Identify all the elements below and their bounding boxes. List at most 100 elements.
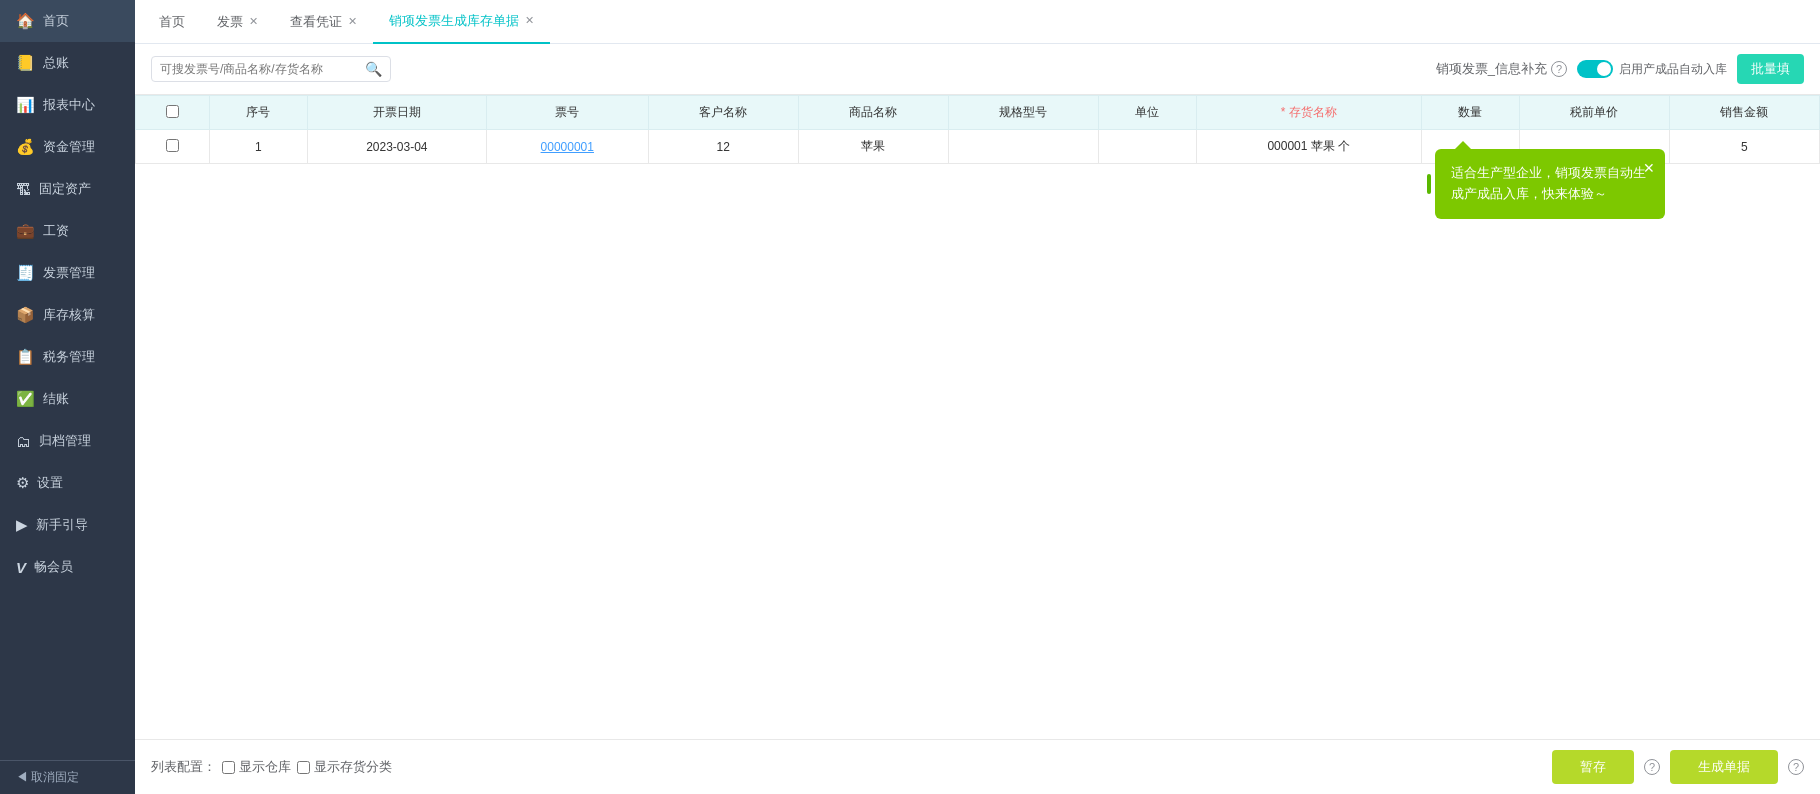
col-inventory: * 存货名称 bbox=[1196, 96, 1422, 130]
sidebar-item-tax-mgmt[interactable]: 📋 税务管理 bbox=[0, 336, 135, 378]
cell-checkbox bbox=[136, 130, 210, 164]
sidebar-label-ledger: 总账 bbox=[43, 54, 69, 72]
guide-icon: ▶ bbox=[16, 516, 28, 534]
tooltip-text: 适合生产型企业，销项发票自动生成产成品入库，快来体验～ bbox=[1451, 165, 1646, 201]
sidebar-label-settings: 设置 bbox=[37, 474, 63, 492]
col-ticket-no: 票号 bbox=[486, 96, 648, 130]
home-icon: 🏠 bbox=[16, 12, 35, 30]
sidebar-label-inventory: 库存核算 bbox=[43, 306, 95, 324]
tab-invoice[interactable]: 发票 ✕ bbox=[201, 0, 274, 44]
cell-ticket-no[interactable]: 00000001 bbox=[486, 130, 648, 164]
show-warehouse-checkbox[interactable]: 显示仓库 bbox=[222, 758, 291, 776]
cell-spec bbox=[948, 130, 1098, 164]
sidebar-item-member[interactable]: V 畅会员 bbox=[0, 546, 135, 588]
toggle-track[interactable] bbox=[1577, 60, 1613, 78]
show-category-checkbox[interactable]: 显示存货分类 bbox=[297, 758, 392, 776]
sidebar-item-invoice-mgmt[interactable]: 🧾 发票管理 bbox=[0, 252, 135, 294]
fixed-assets-icon: 🏗 bbox=[16, 181, 31, 198]
sidebar-item-inventory[interactable]: 📦 库存核算 bbox=[0, 294, 135, 336]
col-product: 商品名称 bbox=[798, 96, 948, 130]
toolbar: 🔍 销项发票_信息补充 ? 启用产成品自动入库 批量填 bbox=[135, 44, 1820, 95]
toggle-label: 启用产成品自动入库 bbox=[1619, 61, 1727, 78]
cell-inventory[interactable]: 000001 苹果 个 bbox=[1196, 130, 1422, 164]
col-open-date: 开票日期 bbox=[307, 96, 486, 130]
list-config-label: 列表配置： bbox=[151, 758, 216, 776]
tab-home-label: 首页 bbox=[159, 13, 185, 31]
sidebar-item-new-guide[interactable]: ▶ 新手引导 bbox=[0, 504, 135, 546]
save-info-icon[interactable]: ? bbox=[1644, 759, 1660, 775]
sidebar-item-home[interactable]: 🏠 首页 bbox=[0, 0, 135, 42]
sidebar-item-payroll[interactable]: 💼 工资 bbox=[0, 210, 135, 252]
sidebar-item-archive-mgmt[interactable]: 🗂 归档管理 bbox=[0, 420, 135, 462]
sidebar-item-settings[interactable]: ⚙ 设置 bbox=[0, 462, 135, 504]
cancel-fixed-label: 取消固定 bbox=[31, 770, 79, 784]
sidebar-item-fixed-assets[interactable]: 🏗 固定资产 bbox=[0, 168, 135, 210]
show-category-input[interactable] bbox=[297, 761, 310, 774]
payroll-icon: 💼 bbox=[16, 222, 35, 240]
header-checkbox[interactable] bbox=[166, 105, 179, 118]
info-icon[interactable]: ? bbox=[1551, 61, 1567, 77]
col-qty: 数量 bbox=[1422, 96, 1520, 130]
show-warehouse-input[interactable] bbox=[222, 761, 235, 774]
tab-home[interactable]: 首页 bbox=[143, 0, 201, 44]
tab-cancel-invoice-label: 销项发票生成库存单据 bbox=[389, 12, 519, 30]
sidebar-label-tax: 税务管理 bbox=[43, 348, 95, 366]
batch-fill-button[interactable]: 批量填 bbox=[1737, 54, 1804, 84]
sidebar-item-report-center[interactable]: 📊 报表中心 bbox=[0, 84, 135, 126]
sidebar-label-closing: 结账 bbox=[43, 390, 69, 408]
row-checkbox[interactable] bbox=[166, 139, 179, 152]
main-area: 首页 发票 ✕ 查看凭证 ✕ 销项发票生成库存单据 ✕ 🔍 bbox=[135, 0, 1820, 794]
pin-icon: ◀ bbox=[16, 770, 28, 784]
tab-view-voucher-close[interactable]: ✕ bbox=[348, 15, 357, 28]
tab-invoice-close[interactable]: ✕ bbox=[249, 15, 258, 28]
capital-icon: 💰 bbox=[16, 138, 35, 156]
sidebar-item-closing[interactable]: ✅ 结账 bbox=[0, 378, 135, 420]
tab-invoice-label: 发票 bbox=[217, 13, 243, 31]
toolbar-left: 🔍 bbox=[151, 56, 391, 82]
cell-customer: 12 bbox=[648, 130, 798, 164]
ledger-icon: 📒 bbox=[16, 54, 35, 72]
settings-icon: ⚙ bbox=[16, 474, 29, 492]
report-icon: 📊 bbox=[16, 96, 35, 114]
sidebar-label-member: 畅会员 bbox=[34, 558, 73, 576]
sidebar-item-capital-mgmt[interactable]: 💰 资金管理 bbox=[0, 126, 135, 168]
tooltip-box: ✕ 适合生产型企业，销项发票自动生成产成品入库，快来体验～ bbox=[1435, 149, 1665, 219]
sidebar-item-general-ledger[interactable]: 📒 总账 bbox=[0, 42, 135, 84]
bottom-bar: 列表配置： 显示仓库 显示存货分类 暂存 ? 生成单据 ? bbox=[135, 739, 1820, 794]
show-warehouse-label: 显示仓库 bbox=[239, 758, 291, 776]
col-amount: 销售金额 bbox=[1669, 96, 1819, 130]
toggle-switch[interactable]: 启用产成品自动入库 bbox=[1577, 60, 1727, 78]
cell-amount: 5 bbox=[1669, 130, 1819, 164]
save-button[interactable]: 暂存 bbox=[1552, 750, 1634, 784]
ticket-link[interactable]: 00000001 bbox=[541, 140, 594, 154]
col-checkbox bbox=[136, 96, 210, 130]
tab-view-voucher-label: 查看凭证 bbox=[290, 13, 342, 31]
cancel-fixed-button[interactable]: ◀ 取消固定 bbox=[0, 760, 135, 794]
toggle-thumb bbox=[1597, 62, 1611, 76]
tab-view-voucher[interactable]: 查看凭证 ✕ bbox=[274, 0, 373, 44]
sidebar-label-guide: 新手引导 bbox=[36, 516, 88, 534]
inventory-icon: 📦 bbox=[16, 306, 35, 324]
sidebar-label-home: 首页 bbox=[43, 12, 69, 30]
col-unit-price: 税前单价 bbox=[1519, 96, 1669, 130]
generate-button[interactable]: 生成单据 bbox=[1670, 750, 1778, 784]
closing-icon: ✅ bbox=[16, 390, 35, 408]
list-config: 列表配置： 显示仓库 显示存货分类 bbox=[151, 758, 392, 776]
search-box[interactable]: 🔍 bbox=[151, 56, 391, 82]
info-label-text: 销项发票_信息补充 bbox=[1436, 60, 1547, 78]
toolbar-right: 销项发票_信息补充 ? 启用产成品自动入库 批量填 bbox=[1436, 54, 1804, 84]
col-customer: 客户名称 bbox=[648, 96, 798, 130]
tab-cancel-invoice-warehouse[interactable]: 销项发票生成库存单据 ✕ bbox=[373, 0, 550, 44]
tab-bar: 首页 发票 ✕ 查看凭证 ✕ 销项发票生成库存单据 ✕ bbox=[135, 0, 1820, 44]
sidebar-label-invoice: 发票管理 bbox=[43, 264, 95, 282]
tax-icon: 📋 bbox=[16, 348, 35, 366]
search-input[interactable] bbox=[160, 62, 365, 76]
tooltip-close-button[interactable]: ✕ bbox=[1643, 157, 1655, 179]
sidebar-label-archive: 归档管理 bbox=[39, 432, 91, 450]
member-icon: V bbox=[16, 559, 26, 576]
tooltip-cursor bbox=[1427, 174, 1431, 194]
tab-cancel-invoice-close[interactable]: ✕ bbox=[525, 14, 534, 27]
info-label: 销项发票_信息补充 ? bbox=[1436, 60, 1567, 78]
generate-info-icon[interactable]: ? bbox=[1788, 759, 1804, 775]
archive-icon: 🗂 bbox=[16, 433, 31, 450]
